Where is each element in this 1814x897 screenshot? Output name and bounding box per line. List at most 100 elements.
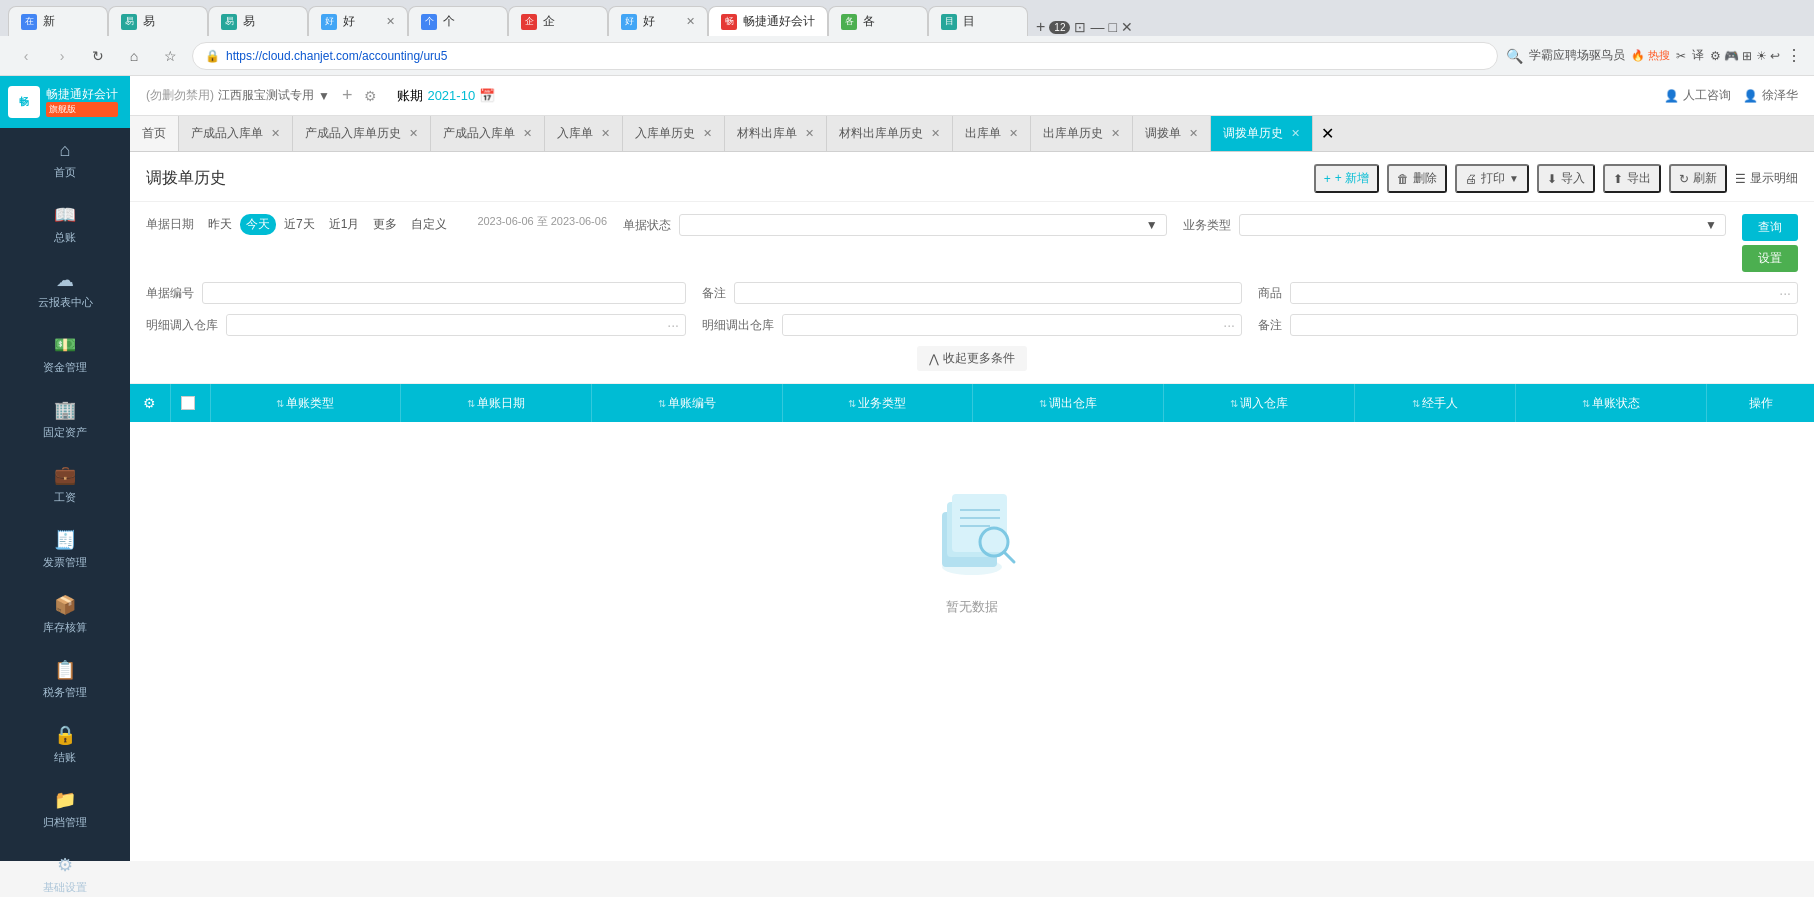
app-tab-transfer-history[interactable]: 调拨单历史 ✕: [1211, 116, 1313, 152]
company-settings-icon[interactable]: ⚙: [364, 88, 377, 104]
out-history-close[interactable]: ✕: [1111, 127, 1120, 140]
bookmark-button[interactable]: ☆: [156, 42, 184, 70]
app-tab-in-history[interactable]: 入库单历史 ✕: [623, 116, 725, 152]
browser-tab-10[interactable]: 各 各: [828, 6, 928, 36]
sort-doc-date[interactable]: 单账日期: [467, 395, 525, 412]
goods-input[interactable]: [1291, 283, 1773, 303]
date-btn-7days[interactable]: 近7天: [278, 214, 321, 235]
app-tab-in-order[interactable]: 入库单 ✕: [545, 116, 623, 152]
import-button[interactable]: ⬇ 导入: [1537, 164, 1595, 193]
date-btn-custom[interactable]: 自定义: [405, 214, 453, 235]
sort-doc-num[interactable]: 单账编号: [658, 395, 716, 412]
tab-close-4[interactable]: ✕: [386, 15, 395, 28]
back-button[interactable]: ‹: [12, 42, 40, 70]
browser-tab-1[interactable]: 在 新: [8, 6, 108, 36]
reload-button[interactable]: ↻: [84, 42, 112, 70]
product-in-history-close[interactable]: ✕: [409, 127, 418, 140]
detail-out-input[interactable]: [783, 315, 1217, 335]
app-tab-product-in-history[interactable]: 产成品入库单历史 ✕: [293, 116, 431, 152]
status-select[interactable]: ▼: [679, 214, 1166, 236]
browser-tab-6[interactable]: 企 企: [508, 6, 608, 36]
app-tab-out-history[interactable]: 出库单历史 ✕: [1031, 116, 1133, 152]
product-in-close[interactable]: ✕: [271, 127, 280, 140]
address-bar[interactable]: 🔒 https://cloud.chanjet.com/accounting/u…: [192, 42, 1498, 70]
sort-doc-status[interactable]: 单账状态: [1582, 395, 1640, 412]
refresh-button[interactable]: ↻ 刷新: [1669, 164, 1727, 193]
date-btn-more[interactable]: 更多: [367, 214, 403, 235]
remark-input[interactable]: [734, 282, 1242, 304]
material-out-close[interactable]: ✕: [805, 127, 814, 140]
export-button[interactable]: ⬆ 导出: [1603, 164, 1661, 193]
doc-num-input[interactable]: [202, 282, 686, 304]
detail-out-ellipsis-btn[interactable]: ···: [1217, 317, 1241, 333]
query-button[interactable]: 查询: [1742, 214, 1798, 241]
date-btn-yesterday[interactable]: 昨天: [202, 214, 238, 235]
sidebar-item-payroll[interactable]: 💼 工资: [0, 452, 130, 517]
detail-remark-input[interactable]: [1290, 314, 1798, 336]
app-tab-material-out-history[interactable]: 材料出库单历史 ✕: [827, 116, 953, 152]
sort-transfer-out[interactable]: 调出仓库: [1039, 395, 1097, 412]
tab-close-7[interactable]: ✕: [686, 15, 695, 28]
transfer-close[interactable]: ✕: [1189, 127, 1198, 140]
goods-ellipsis-btn[interactable]: ···: [1773, 285, 1797, 301]
out-order-close[interactable]: ✕: [1009, 127, 1018, 140]
close-all-tabs-btn[interactable]: ✕: [1313, 124, 1342, 143]
select-all-checkbox[interactable]: [181, 396, 195, 410]
sort-biz-type[interactable]: 业务类型: [848, 395, 906, 412]
detail-in-ellipsis-btn[interactable]: ···: [661, 317, 685, 333]
home-button[interactable]: ⌂: [120, 42, 148, 70]
browser-tab-9[interactable]: 畅 畅捷通好会计: [708, 6, 828, 36]
add-company-btn[interactable]: +: [342, 85, 353, 106]
minimize-btn[interactable]: —: [1090, 19, 1104, 35]
product-in2-close[interactable]: ✕: [523, 127, 532, 140]
forward-button[interactable]: ›: [48, 42, 76, 70]
sidebar-item-close-books[interactable]: 🔒 结账: [0, 712, 130, 777]
show-cols-btn[interactable]: ☰ 显示明细: [1735, 170, 1798, 187]
sidebar-item-general-ledger[interactable]: 📖 总账: [0, 192, 130, 257]
sidebar-item-tax-mgmt[interactable]: 📋 税务管理: [0, 647, 130, 712]
date-btn-1month[interactable]: 近1月: [323, 214, 366, 235]
collapse-button[interactable]: ⋀ 收起更多条件: [917, 346, 1027, 371]
in-order-close[interactable]: ✕: [601, 127, 610, 140]
browser-tab-11[interactable]: 目 目: [928, 6, 1028, 36]
sidebar-item-cloud-report[interactable]: ☁ 云报表中心: [0, 257, 130, 322]
user-info[interactable]: 👤 徐泽华: [1743, 87, 1798, 104]
business-type-select[interactable]: ▼: [1239, 214, 1726, 236]
filter-settings-button[interactable]: 设置: [1742, 245, 1798, 272]
date-btn-today[interactable]: 今天: [240, 214, 276, 235]
menu-icon[interactable]: ⋮: [1786, 46, 1802, 65]
browser-tab-2[interactable]: 易 易: [108, 6, 208, 36]
material-out-history-close[interactable]: ✕: [931, 127, 940, 140]
delete-button[interactable]: 🗑 删除: [1387, 164, 1447, 193]
sidebar-item-inventory-check[interactable]: 📦 库存核算: [0, 582, 130, 647]
sort-doc-type[interactable]: 单账类型: [276, 395, 334, 412]
close-btn[interactable]: ✕: [1121, 19, 1133, 35]
service-btn[interactable]: 👤 人工咨询: [1664, 87, 1731, 104]
print-button[interactable]: 🖨 打印 ▼: [1455, 164, 1529, 193]
app-tab-material-out[interactable]: 材料出库单 ✕: [725, 116, 827, 152]
tab-menu-btn[interactable]: ⊡: [1074, 19, 1086, 35]
browser-tab-7[interactable]: 好 好 ✕: [608, 6, 708, 36]
company-selector[interactable]: (勿删勿禁用) 江西服宝测试专用 ▼: [146, 87, 330, 104]
app-tab-product-in2[interactable]: 产成品入库单 ✕: [431, 116, 545, 152]
maximize-btn[interactable]: □: [1108, 19, 1116, 35]
in-history-close[interactable]: ✕: [703, 127, 712, 140]
app-tab-transfer[interactable]: 调拨单 ✕: [1133, 116, 1211, 152]
sidebar-item-basic-settings[interactable]: ⚙ 基础设置: [0, 842, 130, 897]
browser-tab-4[interactable]: 好 好 ✕: [308, 6, 408, 36]
sidebar-item-home[interactable]: ⌂ 首页: [0, 128, 130, 192]
app-tab-home[interactable]: 首页: [130, 116, 179, 152]
sidebar-item-fund-mgmt[interactable]: 💵 资金管理: [0, 322, 130, 387]
app-tab-out-order[interactable]: 出库单 ✕: [953, 116, 1031, 152]
sort-transfer-in[interactable]: 调入仓库: [1230, 395, 1288, 412]
browser-tab-3[interactable]: 易 易: [208, 6, 308, 36]
browser-tab-5[interactable]: 个 个: [408, 6, 508, 36]
sidebar-item-fixed-assets[interactable]: 🏢 固定资产: [0, 387, 130, 452]
table-settings-icon[interactable]: ⚙: [143, 395, 156, 411]
app-tab-product-in[interactable]: 产成品入库单 ✕: [179, 116, 293, 152]
sidebar-item-invoice-mgmt[interactable]: 🧾 发票管理: [0, 517, 130, 582]
sort-handler[interactable]: 经手人: [1412, 395, 1458, 412]
detail-in-input[interactable]: [227, 315, 661, 335]
calendar-icon[interactable]: 📅: [479, 88, 495, 103]
sidebar-item-archive-mgmt[interactable]: 📁 归档管理: [0, 777, 130, 842]
